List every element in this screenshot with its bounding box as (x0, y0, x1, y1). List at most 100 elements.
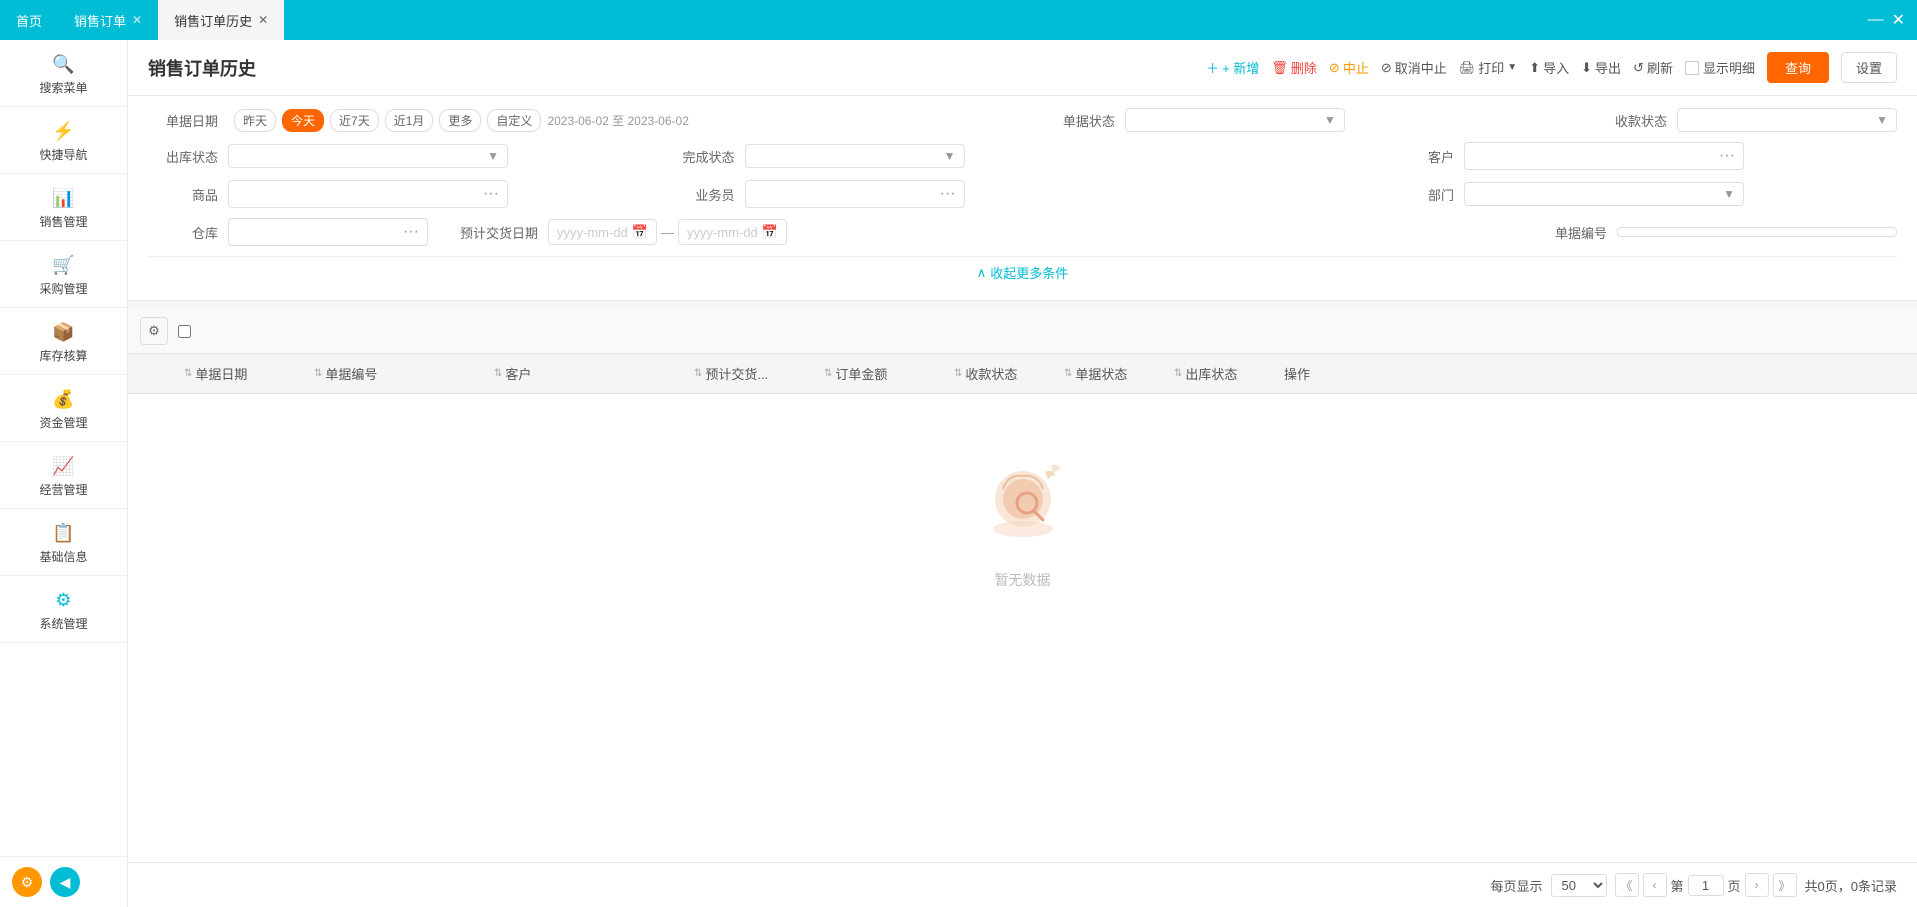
stop-button[interactable]: ⊘ 中止 (1329, 58, 1369, 77)
sidebar-item-basic-info[interactable]: 📋 基础信息 (0, 509, 127, 576)
th-status[interactable]: ⇅ 单据状态 (1056, 364, 1166, 383)
sidebar-item-purchase[interactable]: 🛒 采购管理 (0, 241, 127, 308)
th-customer-label: 客户 (505, 364, 531, 383)
collapse-bar[interactable]: ∧ 收起更多条件 (148, 256, 1897, 288)
th-customer[interactable]: ⇅ 客户 (486, 364, 686, 383)
new-button[interactable]: ＋ + 新增 (1206, 58, 1259, 77)
date-7days-btn[interactable]: 近7天 (330, 109, 379, 132)
th-ordernum[interactable]: ⇅ 单据编号 (306, 364, 486, 383)
sidebar-item-inventory-label: 库存核算 (39, 347, 87, 364)
date-more-btn[interactable]: 更多 (439, 109, 481, 132)
table-header: ⇅ 单据日期 ⇅ 单据编号 ⇅ 客户 ⇅ 预计交货... (128, 354, 1917, 394)
warehouse-dots: ··· (403, 223, 419, 241)
refresh-button[interactable]: ↺ 刷新 (1633, 58, 1673, 77)
import-button[interactable]: ⬆ 导入 (1529, 58, 1569, 77)
th-date[interactable]: ⇅ 单据日期 (176, 364, 306, 383)
first-page-button[interactable]: 《 (1615, 873, 1639, 897)
tab-home[interactable]: 首页 (0, 0, 58, 40)
th-amount[interactable]: ⇅ 订单金额 (816, 364, 946, 383)
th-amount-label: 订单金额 (835, 364, 887, 383)
prev-page-button[interactable]: ‹ (1643, 873, 1667, 897)
next-page-button[interactable]: › (1745, 873, 1769, 897)
salesperson-label: 业务员 (655, 185, 745, 204)
complete-status-select[interactable]: ▼ (745, 144, 965, 168)
show-detail-label: 显示明细 (1703, 58, 1755, 77)
delivery-date-start-text: yyyy-mm-dd (557, 225, 628, 240)
sidebar-bottom: ⚙ ◀ (0, 856, 127, 907)
th-customer-sort-icon[interactable]: ⇅ (494, 368, 502, 379)
date-yesterday-btn[interactable]: 昨天 (234, 109, 276, 132)
sidebar-search[interactable]: 🔍 搜索菜单 (0, 40, 127, 107)
tab-sales-order-history-close[interactable]: ✕ (258, 13, 268, 27)
operations-icon: 📈 (52, 456, 74, 477)
date-1month-btn[interactable]: 近1月 (385, 109, 434, 132)
tab-sales-order-close[interactable]: ✕ (132, 13, 142, 27)
th-ordernum-sort-icon[interactable]: ⇅ (314, 368, 322, 379)
last-page-button[interactable]: 》 (1773, 873, 1797, 897)
order-status-select[interactable]: ▼ (1125, 108, 1345, 132)
product-input[interactable]: ··· (228, 180, 508, 208)
tab-sales-order-history[interactable]: 销售订单历史 ✕ (158, 0, 284, 40)
delivery-date-end[interactable]: yyyy-mm-dd 📅 (678, 219, 787, 245)
warehouse-input[interactable]: ··· (228, 218, 428, 246)
calendar-end-icon: 📅 (762, 224, 778, 240)
warehouse-status-select[interactable]: ▼ (228, 144, 508, 168)
date-quick-buttons: 昨天 今天 近7天 近1月 更多 自定义 (234, 109, 541, 132)
query-button[interactable]: 查询 (1767, 52, 1829, 83)
sidebar-menu-icon[interactable]: ◀ (50, 867, 80, 897)
customer-input[interactable]: ··· (1464, 142, 1744, 170)
delivery-date-start[interactable]: yyyy-mm-dd 📅 (548, 219, 657, 245)
sidebar-user-icon[interactable]: ⚙ (12, 867, 42, 897)
th-date-sort-icon[interactable]: ⇅ (184, 368, 192, 379)
sidebar-item-operations[interactable]: 📈 经营管理 (0, 442, 127, 509)
order-number-input[interactable] (1617, 227, 1897, 237)
date-custom-btn[interactable]: 自定义 (487, 109, 541, 132)
th-status-sort-icon[interactable]: ⇅ (1064, 368, 1072, 379)
warehouse-label: 仓库 (148, 223, 228, 242)
sidebar-item-inventory[interactable]: 📦 库存核算 (0, 308, 127, 375)
customer-dots: ··· (1719, 147, 1735, 165)
show-detail-checkbox[interactable] (1685, 61, 1699, 75)
delete-label: 删除 (1291, 58, 1317, 77)
th-amount-sort-icon[interactable]: ⇅ (824, 368, 832, 379)
sidebar-item-purchase-label: 采购管理 (39, 280, 87, 297)
collapse-icon: ∧ (977, 265, 987, 281)
th-delivery[interactable]: ⇅ 预计交货... (686, 364, 816, 383)
sidebar-item-system[interactable]: ⚙ 系统管理 (0, 576, 127, 643)
sidebar-item-finance[interactable]: 💰 资金管理 (0, 375, 127, 442)
th-warehouse-sort-icon[interactable]: ⇅ (1174, 368, 1182, 379)
top-bar: 首页 销售订单 ✕ 销售订单历史 ✕ — ✕ (0, 0, 1917, 40)
table-settings-icon[interactable]: ⚙ (140, 317, 168, 345)
minimize-icon[interactable]: — (1868, 11, 1884, 29)
export-button[interactable]: ⬇ 导出 (1581, 58, 1621, 77)
stop-label: 中止 (1343, 58, 1369, 77)
th-payment[interactable]: ⇅ 收款状态 (946, 364, 1056, 383)
sidebar-item-sales[interactable]: 📊 销售管理 (0, 174, 127, 241)
settings-button[interactable]: 设置 (1841, 52, 1897, 83)
page-number-input[interactable] (1688, 875, 1724, 896)
th-delivery-sort-icon[interactable]: ⇅ (694, 368, 702, 379)
order-number-label: 单据编号 (1537, 223, 1617, 242)
select-all-checkbox[interactable] (178, 325, 191, 338)
close-window-icon[interactable]: ✕ (1892, 10, 1905, 30)
page-navigation: 《 ‹ 第 页 › 》 (1615, 873, 1797, 897)
cancel-stop-button[interactable]: ⊘ 取消中止 (1381, 58, 1447, 77)
sidebar-item-finance-label: 资金管理 (39, 414, 87, 431)
th-warehouse[interactable]: ⇅ 出库状态 (1166, 364, 1276, 383)
show-detail-toggle[interactable]: 显示明细 (1685, 58, 1755, 77)
content-area: 销售订单历史 ＋ + 新增 🗑 删除 ⊘ 中止 ⊘ 取消中止 (128, 40, 1917, 907)
page-size-select[interactable]: 50 10 20 100 (1551, 874, 1607, 897)
tab-sales-order[interactable]: 销售订单 ✕ (58, 0, 158, 40)
salesperson-input[interactable]: ··· (745, 180, 965, 208)
date-today-btn[interactable]: 今天 (282, 109, 324, 132)
sidebar-item-system-label: 系统管理 (39, 615, 87, 632)
payment-status-select[interactable]: ▼ (1677, 108, 1897, 132)
empty-state: 暂无数据 (128, 394, 1917, 650)
department-select[interactable]: ▼ (1464, 182, 1744, 206)
th-payment-sort-icon[interactable]: ⇅ (954, 368, 962, 379)
print-button[interactable]: 🖨 打印 ▼ (1459, 58, 1517, 77)
delete-button[interactable]: 🗑 删除 (1271, 58, 1317, 77)
complete-status-dropdown-icon: ▼ (944, 149, 956, 163)
sidebar-item-quick-nav[interactable]: ⚡ 快捷导航 (0, 107, 127, 174)
page-header: 销售订单历史 ＋ + 新增 🗑 删除 ⊘ 中止 ⊘ 取消中止 (128, 40, 1917, 96)
